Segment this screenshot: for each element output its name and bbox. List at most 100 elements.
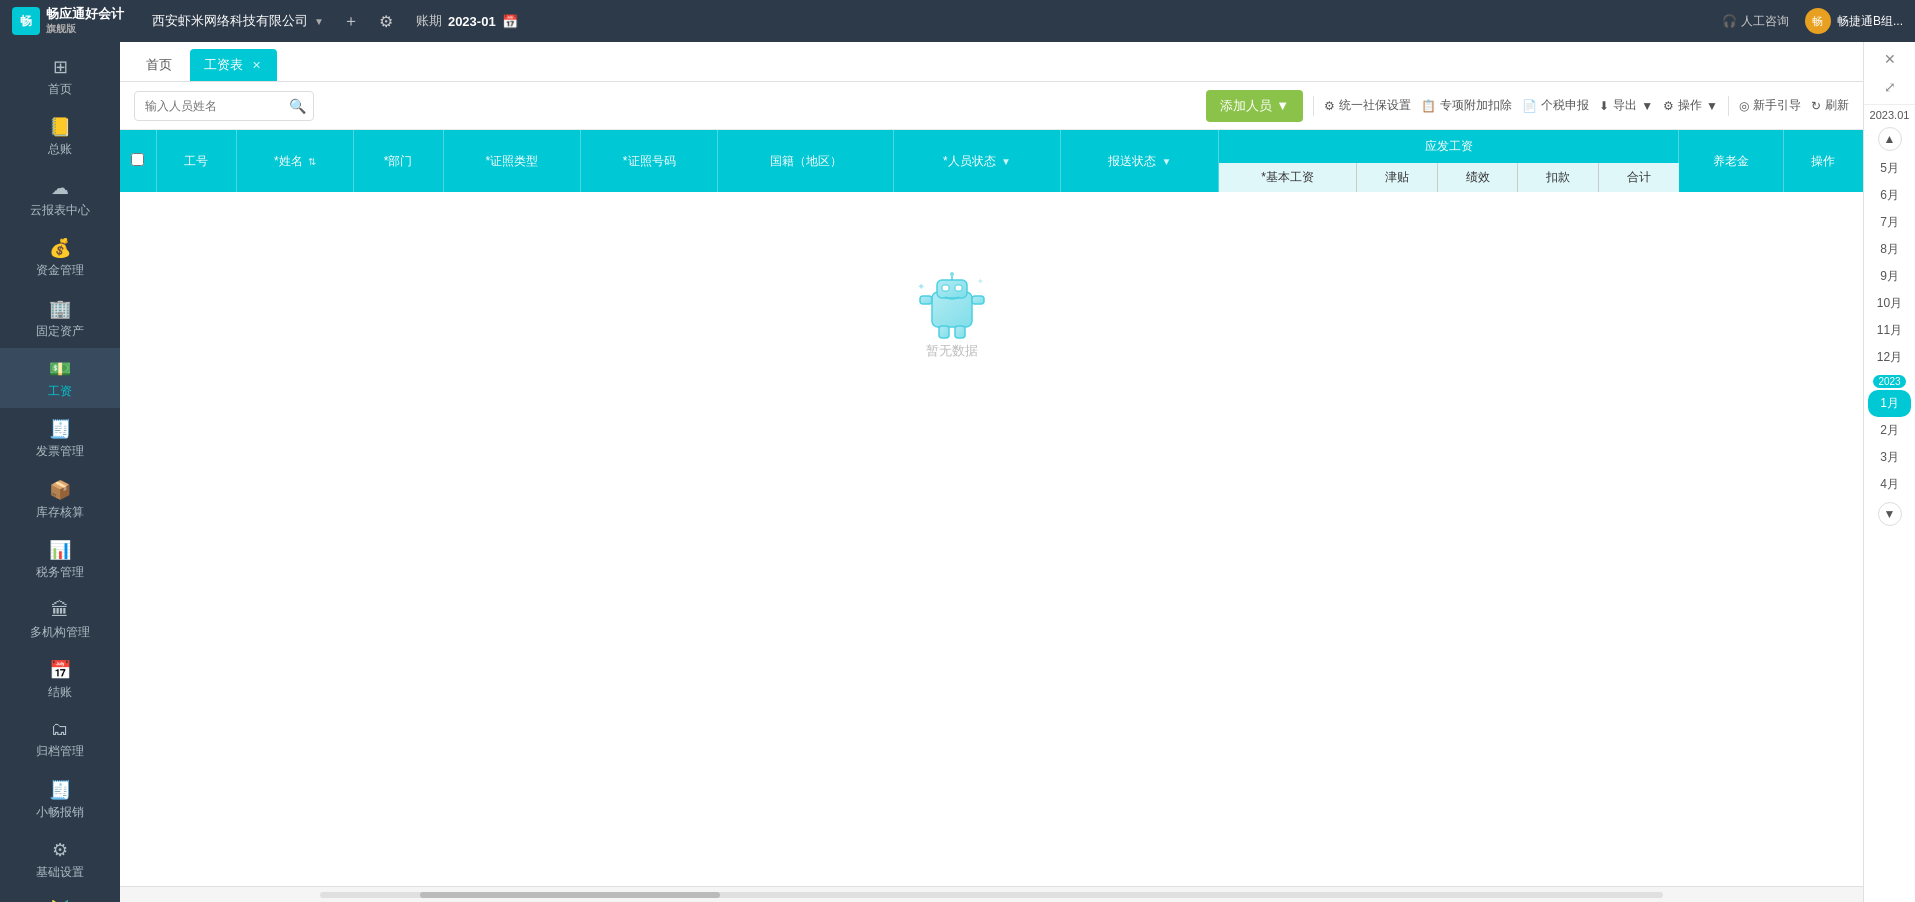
- th-report-status[interactable]: 报送状态 ▼: [1061, 130, 1219, 192]
- month-item-8[interactable]: 8月: [1864, 236, 1915, 263]
- sidebar-item-archive[interactable]: 🗂 归档管理: [0, 709, 120, 768]
- month-item-12[interactable]: 12月: [1864, 344, 1915, 371]
- sidebar-label-home: 首页: [48, 82, 72, 96]
- fund-icon: 💰: [49, 237, 71, 259]
- panel-expand-btn[interactable]: ⤢: [1864, 74, 1915, 100]
- panel-nav-down[interactable]: ▼: [1878, 502, 1902, 526]
- sidebar-item-cloud-report[interactable]: ☁ 云报表中心: [0, 167, 120, 227]
- sidebar-item-expense[interactable]: 🧾 小畅报销: [0, 769, 120, 829]
- empty-row: ✦ ✦ 暂无数据: [120, 192, 1863, 440]
- th-name[interactable]: *姓名 ⇅: [237, 130, 353, 192]
- user-info[interactable]: 畅 畅捷通B组...: [1805, 8, 1903, 34]
- table-body: ✦ ✦ 暂无数据: [120, 192, 1863, 440]
- month-item-10[interactable]: 10月: [1864, 290, 1915, 317]
- export-btn[interactable]: ⬇ 导出 ▼: [1599, 97, 1653, 114]
- bottom-scrollbar[interactable]: [120, 886, 1863, 902]
- scroll-thumb[interactable]: [420, 892, 720, 898]
- month-item-6[interactable]: 6月: [1864, 182, 1915, 209]
- tab-home-label: 首页: [146, 56, 172, 74]
- table-container: 工号 *姓名 ⇅ *部门 *证照类型 *证照号码: [120, 130, 1863, 886]
- export-dropdown-icon: ▼: [1641, 99, 1653, 113]
- search-icon[interactable]: 🔍: [289, 98, 306, 114]
- sidebar-label-salary: 工资: [48, 384, 72, 398]
- header-actions: ＋ ⚙: [338, 9, 398, 34]
- support-label: 人工咨询: [1741, 13, 1789, 30]
- salary-table: 工号 *姓名 ⇅ *部门 *证照类型 *证照号码: [120, 130, 1863, 440]
- th-insurance: 养老金: [1679, 130, 1783, 192]
- sidebar-item-tax[interactable]: 📊 税务管理: [0, 529, 120, 589]
- select-all-checkbox[interactable]: [131, 153, 144, 166]
- month-item-jan[interactable]: 1月: [1868, 390, 1911, 417]
- sidebar-item-close[interactable]: 📅 结账: [0, 649, 120, 709]
- logo-area: 畅 畅应通好会计 旗舰版: [12, 6, 132, 36]
- month-item-7[interactable]: 7月: [1864, 209, 1915, 236]
- settings-sidebar-icon: ⚙: [52, 839, 68, 861]
- sidebar-item-ledger[interactable]: 📒 总账: [0, 106, 120, 166]
- sidebar-item-guide[interactable]: 🔰 新手引导: [0, 889, 120, 902]
- th-status[interactable]: *人员状态 ▼: [893, 130, 1060, 192]
- add-person-dropdown-icon: ▼: [1276, 98, 1289, 113]
- refresh-btn[interactable]: ↻ 刷新: [1811, 97, 1849, 114]
- panel-nav-up[interactable]: ▲: [1878, 127, 1902, 151]
- th-allowance: 津贴: [1356, 163, 1437, 192]
- sidebar-label-settings: 基础设置: [36, 865, 84, 879]
- scroll-track[interactable]: [320, 892, 1663, 898]
- right-panel: ✕ ⤢ 2023.01 ▲ 5月 6月 7月 8月 9月 10月 11月 1: [1863, 42, 1915, 902]
- social-insurance-btn[interactable]: ⚙ 统一社保设置: [1324, 97, 1411, 114]
- operation-dropdown-icon: ▼: [1706, 99, 1718, 113]
- sidebar-item-fund[interactable]: 💰 资金管理: [0, 227, 120, 287]
- new-guide-btn[interactable]: ◎ 新手引导: [1739, 97, 1801, 114]
- tax-report-label: 个税申报: [1541, 97, 1589, 114]
- sidebar-item-home[interactable]: ⊞ 首页: [0, 46, 120, 106]
- add-company-btn[interactable]: ＋: [338, 9, 364, 34]
- operation-btn[interactable]: ⚙ 操作 ▼: [1663, 97, 1718, 114]
- calendar-icon[interactable]: 📅: [502, 14, 518, 29]
- sidebar-label-fund: 资金管理: [36, 263, 84, 277]
- th-checkbox[interactable]: [120, 130, 156, 192]
- month-item-apr[interactable]: 4月: [1864, 471, 1915, 498]
- tab-home[interactable]: 首页: [132, 49, 186, 81]
- th-total: 合计: [1599, 163, 1679, 192]
- top-right: 🎧 人工咨询 畅 畅捷通B组...: [1722, 8, 1903, 34]
- sidebar-label-close: 结账: [48, 685, 72, 699]
- sidebar-item-salary[interactable]: 💵 工资: [0, 348, 120, 408]
- refresh-icon: ↻: [1811, 99, 1821, 113]
- company-dropdown-icon: ▼: [314, 16, 324, 27]
- sidebar-item-fixed-asset[interactable]: 🏢 固定资产: [0, 288, 120, 348]
- sidebar-item-invoice[interactable]: 🧾 发票管理: [0, 408, 120, 468]
- sep2: [1728, 96, 1729, 116]
- tax-report-btn[interactable]: 📄 个税申报: [1522, 97, 1589, 114]
- tab-salary[interactable]: 工资表 ✕: [190, 49, 277, 81]
- svg-rect-7: [972, 296, 984, 304]
- settings-btn[interactable]: ⚙: [374, 10, 398, 33]
- special-deduction-btn[interactable]: 📋 专项附加扣除: [1421, 97, 1512, 114]
- month-item-9[interactable]: 9月: [1864, 263, 1915, 290]
- main-layout: ⊞ 首页 📒 总账 ☁ 云报表中心 💰 资金管理 🏢 固定资产 💵 工资 🧾 发…: [0, 42, 1915, 902]
- sidebar-item-inventory[interactable]: 📦 库存核算: [0, 469, 120, 529]
- month-item-mar[interactable]: 3月: [1864, 444, 1915, 471]
- search-input[interactable]: [134, 91, 314, 121]
- archive-icon: 🗂: [51, 719, 69, 740]
- sidebar-label-fixed: 固定资产: [36, 324, 84, 338]
- sidebar-label-invoice: 发票管理: [36, 444, 84, 458]
- operation-label: 操作: [1678, 97, 1702, 114]
- month-item-11[interactable]: 11月: [1864, 317, 1915, 344]
- export-icon: ⬇: [1599, 99, 1609, 113]
- sidebar-item-multi-org[interactable]: 🏛 多机构管理: [0, 590, 120, 649]
- support-btn[interactable]: 🎧 人工咨询: [1722, 13, 1789, 30]
- sidebar-label-archive: 归档管理: [36, 744, 84, 758]
- month-item-feb[interactable]: 2月: [1864, 417, 1915, 444]
- panel-header-date: 2023.01: [1864, 105, 1915, 123]
- app-subtitle: 旗舰版: [46, 22, 124, 36]
- add-person-btn[interactable]: 添加人员 ▼: [1206, 90, 1303, 122]
- empty-text: 暂无数据: [926, 342, 978, 360]
- sidebar-item-settings[interactable]: ⚙ 基础设置: [0, 829, 120, 889]
- panel-close-btn[interactable]: ✕: [1864, 46, 1915, 72]
- inventory-icon: 📦: [49, 479, 71, 501]
- social-insurance-label: 统一社保设置: [1339, 97, 1411, 114]
- tab-close-btn[interactable]: ✕: [249, 58, 263, 72]
- empty-robot-icon: ✦ ✦: [912, 272, 992, 342]
- company-selector[interactable]: 西安虾米网络科技有限公司 ▼: [152, 12, 324, 30]
- month-item-5[interactable]: 5月: [1864, 155, 1915, 182]
- tax-icon: 📊: [49, 539, 71, 561]
